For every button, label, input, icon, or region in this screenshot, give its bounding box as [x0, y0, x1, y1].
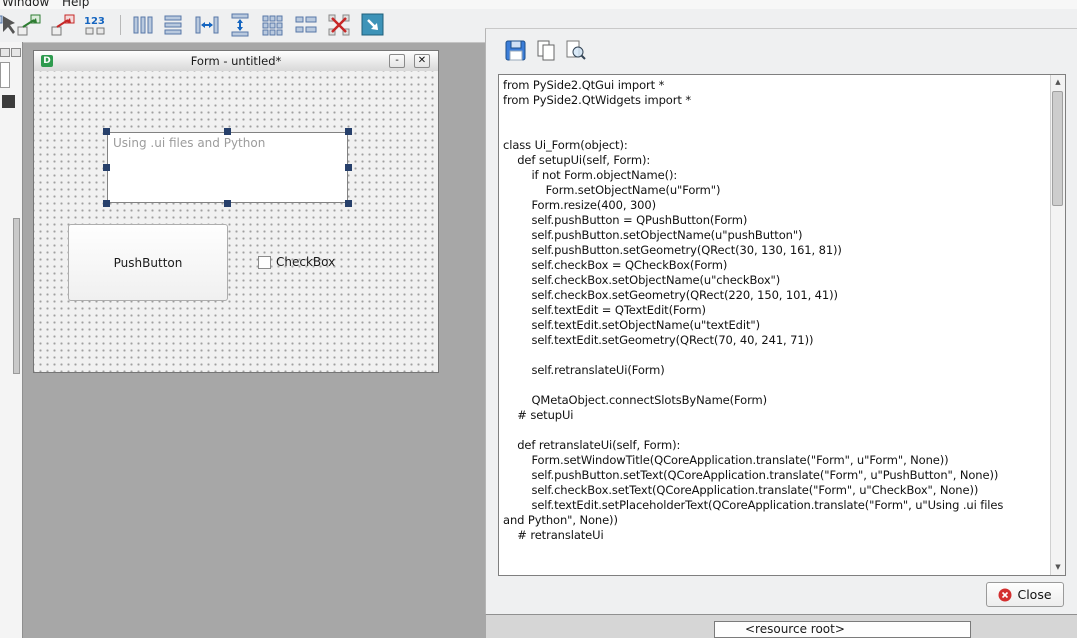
resource-root-item[interactable]: <resource root>: [715, 622, 970, 637]
layout-vertical-splitter-icon[interactable]: [227, 12, 253, 38]
pushbutton-widget[interactable]: PushButton: [68, 224, 228, 301]
scrollbar-thumb[interactable]: [1052, 91, 1063, 206]
selection-handle-sw[interactable]: [103, 200, 110, 207]
layout-grid-icon[interactable]: [260, 12, 286, 38]
checkbox-widget-box[interactable]: [258, 256, 271, 269]
close-window-button[interactable]: ✕: [414, 54, 430, 68]
dock-float-button[interactable]: [0, 48, 10, 57]
save-icon[interactable]: [504, 39, 528, 63]
checkbox-widget-label[interactable]: CheckBox: [276, 255, 335, 269]
menu-window[interactable]: Window: [2, 0, 49, 9]
menu-help[interactable]: Help: [62, 0, 89, 9]
close-button-label: Close: [1017, 587, 1051, 602]
textedit-widget[interactable]: Using .ui files and Python: [107, 132, 348, 203]
code-editor[interactable]: from PySide2.QtGui import * from PySide2…: [498, 74, 1066, 576]
selection-handle-ne[interactable]: [345, 128, 352, 135]
menubar: Window Help: [0, 0, 1077, 9]
screen: Window Help 123: [0, 0, 1077, 638]
code-preview-dialog: from PySide2.QtGui import * from PySide2…: [485, 28, 1077, 615]
selection-handle-n[interactable]: [224, 128, 231, 135]
widget-filter-input[interactable]: [0, 62, 10, 88]
scroll-down-icon[interactable]: ▼: [1051, 560, 1065, 575]
edit-tab-order-icon[interactable]: 123: [82, 12, 108, 38]
selection-handle-e[interactable]: [345, 164, 352, 171]
close-dialog-button[interactable]: Close: [986, 582, 1064, 607]
layout-vertical-icon[interactable]: [160, 12, 186, 38]
edit-widgets-icon[interactable]: [0, 12, 17, 38]
form-canvas[interactable]: Using .ui files and Python PushButton Ch…: [34, 71, 438, 372]
selection-handle-se[interactable]: [345, 200, 352, 207]
layout-horizontal-icon[interactable]: [130, 12, 156, 38]
code-text[interactable]: from PySide2.QtGui import * from PySide2…: [503, 78, 1003, 543]
code-scrollbar[interactable]: ▲ ▼: [1050, 75, 1065, 575]
textedit-widget-selected[interactable]: Using .ui files and Python: [107, 132, 348, 203]
dock-close-button[interactable]: [11, 48, 21, 57]
form-window-titlebar[interactable]: D Form - untitled* - ✕: [34, 51, 438, 72]
adjust-size-icon[interactable]: [360, 12, 386, 38]
find-icon[interactable]: [564, 39, 588, 63]
selection-handle-s[interactable]: [224, 200, 231, 207]
break-layout-icon[interactable]: [326, 12, 352, 38]
layout-form-icon[interactable]: [293, 12, 319, 38]
widget-box-dock: [0, 42, 23, 638]
widget-box-item-icon[interactable]: [2, 95, 15, 108]
selection-handle-w[interactable]: [103, 164, 110, 171]
resource-browser-fragment: <resource root>: [714, 621, 971, 638]
selection-handle-nw[interactable]: [103, 128, 110, 135]
layout-horizontal-splitter-icon[interactable]: [194, 12, 220, 38]
edit-buddies-icon[interactable]: [50, 12, 76, 38]
minimize-button[interactable]: -: [389, 54, 405, 68]
tab-order-digits: 123: [84, 16, 105, 27]
close-red-icon: [998, 588, 1012, 602]
scroll-up-icon[interactable]: ▲: [1051, 75, 1065, 90]
widget-box-scrollbar[interactable]: [13, 218, 20, 374]
toolbar-separator: [120, 15, 121, 35]
edit-signals-slots-icon[interactable]: [16, 12, 42, 38]
form-window: D Form - untitled* - ✕ Using .ui files a…: [33, 50, 439, 373]
copy-icon[interactable]: [534, 39, 558, 63]
form-window-title: Form - untitled*: [34, 54, 438, 68]
textedit-placeholder: Using .ui files and Python: [108, 133, 347, 153]
